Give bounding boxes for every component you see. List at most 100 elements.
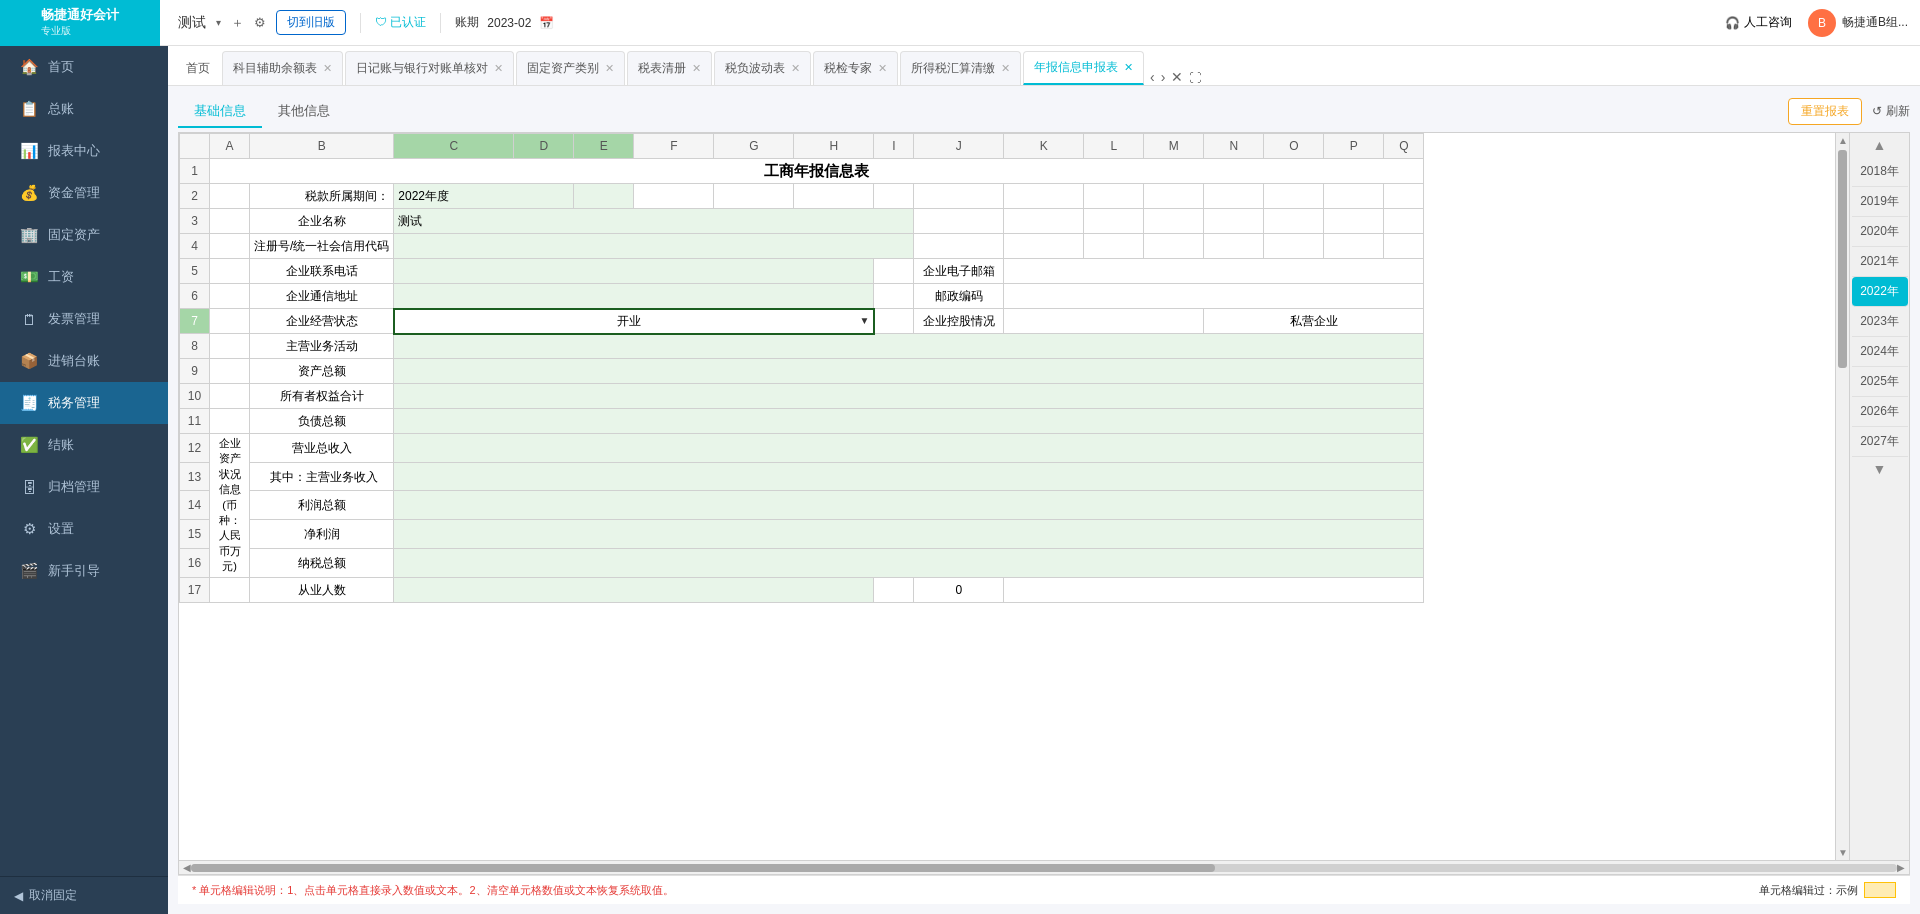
scroll-down-btn[interactable]: ▼ [1836, 845, 1849, 860]
cell-4b[interactable]: 注册号/统一社会信用代码 [250, 234, 394, 259]
cell-17j[interactable]: 0 [914, 577, 1004, 602]
tab-close-subject[interactable]: ✕ [323, 62, 332, 75]
col-header-j[interactable]: J [914, 134, 1004, 159]
cell-6c[interactable] [394, 284, 874, 309]
year-2018[interactable]: 2018年 [1852, 157, 1908, 187]
cell-11c[interactable] [394, 409, 1424, 434]
switch-old-btn[interactable]: 切到旧版 [276, 10, 346, 35]
year-2025[interactable]: 2025年 [1852, 367, 1908, 397]
sidebar-item-finance[interactable]: 💰 资金管理 [0, 172, 168, 214]
col-header-g[interactable]: G [714, 134, 794, 159]
tab-nav-close[interactable]: ✕ [1171, 69, 1183, 85]
sidebar-item-reports[interactable]: 📊 报表中心 [0, 130, 168, 172]
cell-5k[interactable] [1004, 259, 1424, 284]
col-header-n[interactable]: N [1204, 134, 1264, 159]
user-area[interactable]: B 畅捷通B组... [1808, 9, 1908, 37]
col-header-i[interactable]: I [874, 134, 914, 159]
col-header-h[interactable]: H [794, 134, 874, 159]
col-header-k[interactable]: K [1004, 134, 1084, 159]
hscroll-track[interactable] [191, 864, 1897, 872]
sidebar-item-assets[interactable]: 🏢 固定资产 [0, 214, 168, 256]
spreadsheet-main[interactable]: A B C D E F G H I J [179, 133, 1835, 860]
sidebar-footer-unpin[interactable]: ◀ 取消固定 [0, 876, 168, 914]
calendar-icon[interactable]: 📅 [539, 16, 554, 30]
col-header-b[interactable]: B [250, 134, 394, 159]
cell-7c-dropdown[interactable]: 开业 ▼ [394, 309, 874, 334]
scroll-thumb[interactable] [1838, 150, 1847, 368]
hscroll-thumb[interactable] [191, 864, 1215, 872]
cell-4c[interactable] [394, 234, 914, 259]
title-dropdown-icon[interactable]: ▾ [216, 17, 221, 28]
tab-close-incometax[interactable]: ✕ [1001, 62, 1010, 75]
cell-5c[interactable] [394, 259, 874, 284]
cell-9c[interactable] [394, 359, 1424, 384]
cell-6k[interactable] [1004, 284, 1424, 309]
tab-close-taxwave[interactable]: ✕ [791, 62, 800, 75]
sidebar-item-payroll[interactable]: 💵 工资 [0, 256, 168, 298]
cell-16c[interactable] [394, 548, 1424, 577]
tab-nav-next[interactable]: › [1161, 69, 1166, 85]
sidebar-item-ledger[interactable]: 📋 总账 [0, 88, 168, 130]
cell-15c[interactable] [394, 520, 1424, 549]
service-btn[interactable]: 🎧 人工咨询 [1725, 14, 1792, 31]
cell-12c[interactable] [394, 434, 1424, 463]
tab-tax-list[interactable]: 税表清册 ✕ [627, 51, 712, 85]
cell-5j[interactable]: 企业电子邮箱 [914, 259, 1004, 284]
cell-11b[interactable]: 负债总额 [250, 409, 394, 434]
cell-8c[interactable] [394, 334, 1424, 359]
cell-16b[interactable]: 纳税总额 [250, 548, 394, 577]
tab-subject-balance[interactable]: 科目辅助余额表 ✕ [222, 51, 343, 85]
col-header-m[interactable]: M [1144, 134, 1204, 159]
sheet-title[interactable]: 工商年报信息表 [210, 159, 1424, 184]
cell-8b[interactable]: 主营业务活动 [250, 334, 394, 359]
year-panel-up[interactable]: ▲ [1852, 133, 1908, 157]
col-header-f[interactable]: F [634, 134, 714, 159]
tab-close-journal[interactable]: ✕ [494, 62, 503, 75]
cell-10c[interactable] [394, 384, 1424, 409]
cell-3b[interactable]: 企业名称 [250, 209, 394, 234]
tab-journal[interactable]: 日记账与银行对账单核对 ✕ [345, 51, 514, 85]
tab-close-taxinspect[interactable]: ✕ [878, 62, 887, 75]
cell-15b[interactable]: 净利润 [250, 520, 394, 549]
year-2026[interactable]: 2026年 [1852, 397, 1908, 427]
sub-tab-other[interactable]: 其他信息 [262, 96, 346, 128]
tab-annual-report[interactable]: 年报信息申报表 ✕ [1023, 51, 1144, 85]
hscroll-right-btn[interactable]: ▶ [1897, 862, 1905, 873]
col-header-e[interactable]: E [574, 134, 634, 159]
col-header-l[interactable]: L [1084, 134, 1144, 159]
tab-tax-inspect[interactable]: 税检专家 ✕ [813, 51, 898, 85]
cell-9b[interactable]: 资产总额 [250, 359, 394, 384]
year-panel-down[interactable]: ▼ [1852, 457, 1908, 481]
cell-2c[interactable]: 2022年度 [394, 184, 574, 209]
col-header-q[interactable]: Q [1384, 134, 1424, 159]
sidebar-item-settings[interactable]: ⚙ 设置 [0, 508, 168, 550]
year-2020[interactable]: 2020年 [1852, 217, 1908, 247]
tab-nav-prev[interactable]: ‹ [1150, 69, 1155, 85]
sidebar-item-invoice[interactable]: 🗒 发票管理 [0, 298, 168, 340]
tab-close-fixed[interactable]: ✕ [605, 62, 614, 75]
year-2021[interactable]: 2021年 [1852, 247, 1908, 277]
col-header-c[interactable]: C [394, 134, 514, 159]
cell-7j[interactable]: 企业控股情况 [914, 309, 1004, 334]
tab-tax-wave[interactable]: 税负波动表 ✕ [714, 51, 811, 85]
sidebar-item-guide[interactable]: 🎬 新手引导 [0, 550, 168, 592]
hscroll-left-btn[interactable]: ◀ [183, 862, 191, 873]
vertical-scrollbar[interactable]: ▲ ▼ [1835, 133, 1849, 860]
cell-14c[interactable] [394, 491, 1424, 520]
sidebar-item-tax[interactable]: 🧾 税务管理 [0, 382, 168, 424]
sidebar-item-home[interactable]: 🏠 首页 [0, 46, 168, 88]
refresh-btn[interactable]: ↺ 刷新 [1872, 98, 1910, 125]
cell-7b[interactable]: 企业经营状态 [250, 309, 394, 334]
cell-7n[interactable]: 私营企业 [1204, 309, 1424, 334]
col-header-p[interactable]: P [1324, 134, 1384, 159]
year-2019[interactable]: 2019年 [1852, 187, 1908, 217]
col-header-a[interactable]: A [210, 134, 250, 159]
tab-nav-expand[interactable]: ⛶ [1189, 71, 1201, 85]
add-tab-icon[interactable]: ＋ [231, 14, 244, 32]
cell-13c[interactable] [394, 462, 1424, 491]
cell-13b[interactable]: 其中：主营业务收入 [250, 462, 394, 491]
sidebar-item-close[interactable]: ✅ 结账 [0, 424, 168, 466]
year-2022[interactable]: 2022年 [1852, 277, 1908, 307]
horizontal-scrollbar[interactable]: ◀ ▶ [179, 860, 1909, 874]
cell-3c[interactable]: 测试 [394, 209, 914, 234]
